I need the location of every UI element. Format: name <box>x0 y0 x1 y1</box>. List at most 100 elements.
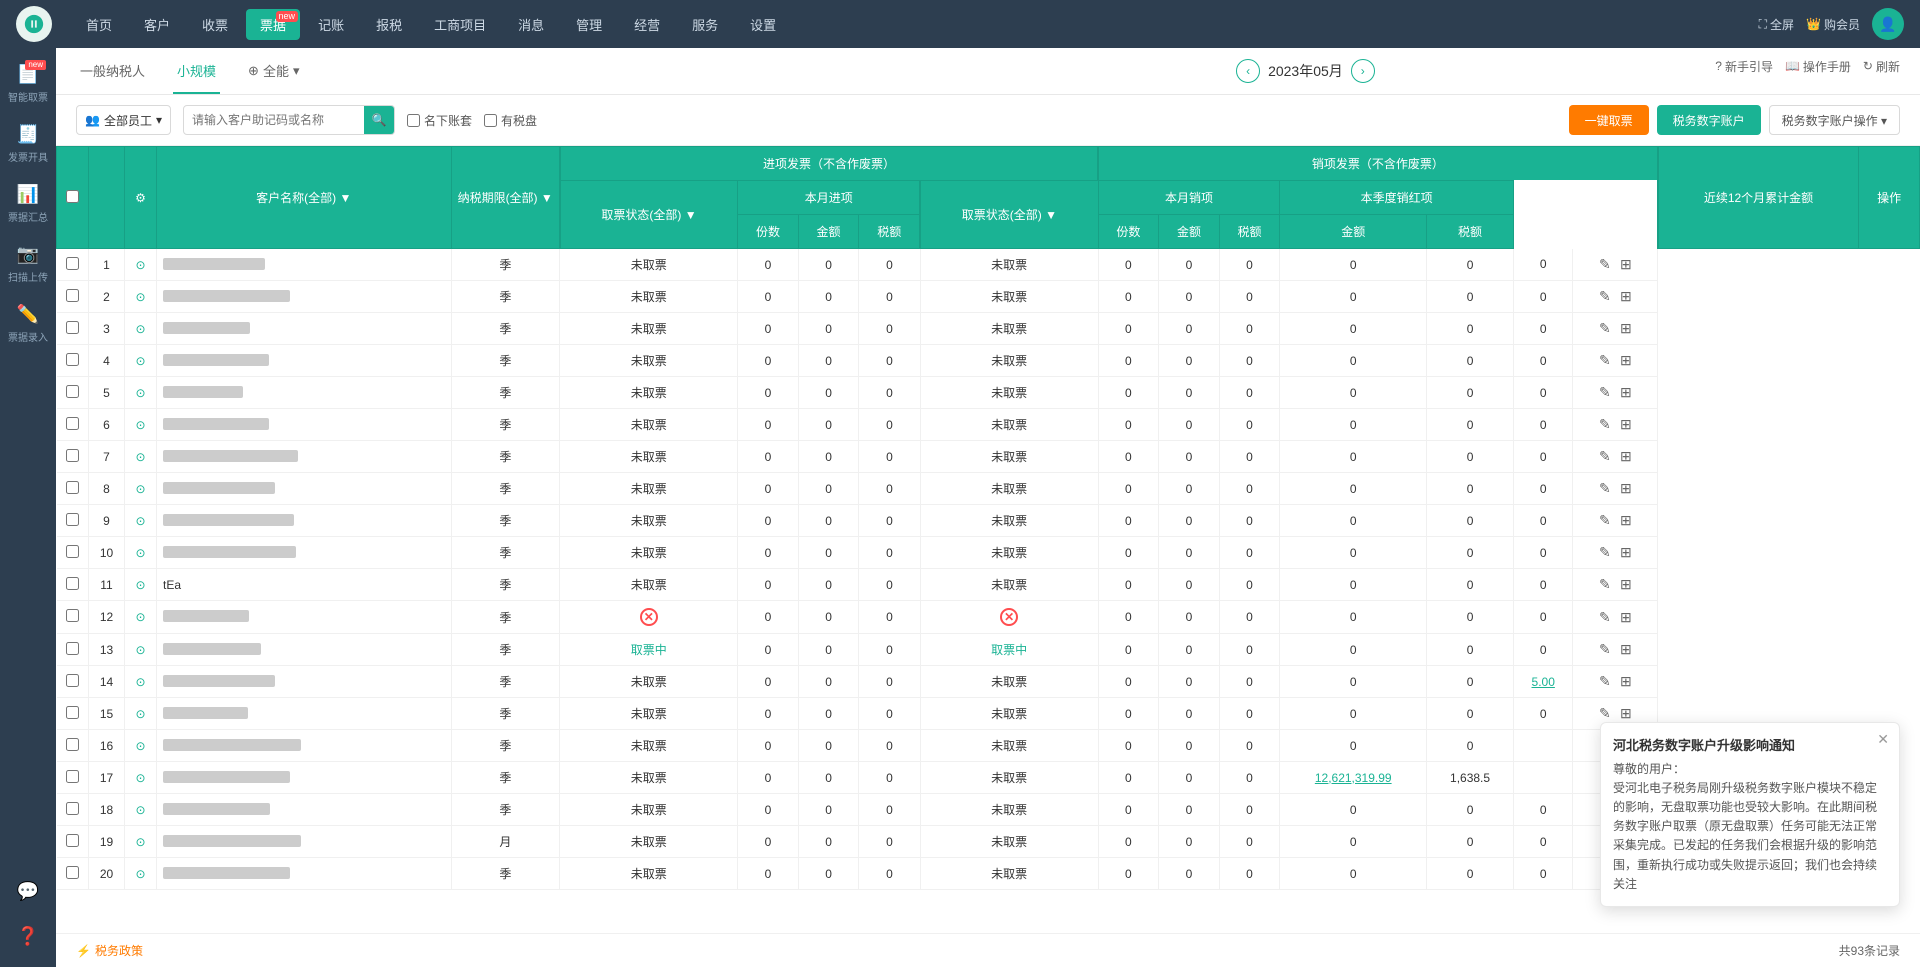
employee-filter[interactable]: 👥 全部员工 ▾ <box>76 105 171 135</box>
row-settings[interactable]: ⊙ <box>125 826 157 858</box>
row-checkbox[interactable] <box>57 634 89 666</box>
edit-action-icon[interactable]: ✎ <box>1596 512 1614 528</box>
copy-action-icon[interactable]: ⊞ <box>1617 705 1635 721</box>
row-settings[interactable]: ⊙ <box>125 794 157 826</box>
th-client-name[interactable]: 客户名称(全部) ▼ <box>157 147 452 249</box>
row-checkbox[interactable] <box>57 409 89 441</box>
edit-action-icon[interactable]: ✎ <box>1596 609 1614 625</box>
search-button[interactable]: 🔍 <box>364 105 394 135</box>
refund-amount-link[interactable]: 12,621,319.99 <box>1315 771 1392 785</box>
copy-action-icon[interactable]: ⊞ <box>1617 641 1635 657</box>
nav-service[interactable]: 服务 <box>678 9 732 40</box>
sidebar-item-scan-upload[interactable]: 📷 扫描上传 <box>4 236 52 292</box>
nav-tax[interactable]: 报税 <box>362 9 416 40</box>
edit-action-icon[interactable]: ✎ <box>1596 576 1614 592</box>
row-settings[interactable]: ⊙ <box>125 313 157 345</box>
nav-home[interactable]: 首页 <box>72 9 126 40</box>
row-checkbox[interactable] <box>57 377 89 409</box>
copy-action-icon[interactable]: ⊞ <box>1617 480 1635 496</box>
sidebar-item-chat[interactable]: 💬 <box>4 873 52 910</box>
edit-action-icon[interactable]: ✎ <box>1596 256 1614 272</box>
row-settings[interactable]: ⊙ <box>125 473 157 505</box>
nav-business[interactable]: 工商项目 <box>420 9 500 40</box>
th-out-ticket-status[interactable]: 取票状态(全部) ▼ <box>920 181 1098 249</box>
row-checkbox[interactable] <box>57 505 89 537</box>
last12-link[interactable]: 5.00 <box>1532 675 1555 689</box>
new-guide-button[interactable]: ? 新手引导 <box>1715 58 1773 75</box>
row-settings[interactable]: ⊙ <box>125 601 157 634</box>
edit-action-icon[interactable]: ✎ <box>1596 705 1614 721</box>
nav-clients[interactable]: 客户 <box>130 9 184 40</box>
fullscreen-button[interactable]: ⛶ 全屏 <box>1759 16 1794 33</box>
checkbox-taxdisk-input[interactable] <box>484 114 497 127</box>
nav-collect[interactable]: 收票 <box>188 9 242 40</box>
th-tax-period[interactable]: 纳税期限(全部) ▼ <box>451 147 560 249</box>
row-settings[interactable]: ⊙ <box>125 762 157 794</box>
nav-accounting[interactable]: 记账 <box>304 9 358 40</box>
copy-action-icon[interactable]: ⊞ <box>1617 544 1635 560</box>
row-checkbox[interactable] <box>57 858 89 890</box>
row-settings[interactable]: ⊙ <box>125 666 157 698</box>
copy-action-icon[interactable]: ⊞ <box>1617 576 1635 592</box>
row-checkbox[interactable] <box>57 826 89 858</box>
sidebar-item-smart-ticket[interactable]: 📄 智能取票 new <box>4 56 52 112</box>
row-settings[interactable]: ⊙ <box>125 441 157 473</box>
one-click-ticket-button[interactable]: 一键取票 <box>1569 105 1649 135</box>
edit-action-icon[interactable]: ✎ <box>1596 673 1614 689</box>
row-settings[interactable]: ⊙ <box>125 409 157 441</box>
nav-tickets[interactable]: 票据 new <box>246 9 300 40</box>
checkbox-account-under[interactable]: 名下账套 <box>407 112 472 129</box>
th-in-ticket-status[interactable]: 取票状态(全部) ▼ <box>560 181 738 249</box>
row-checkbox[interactable] <box>57 473 89 505</box>
select-all-checkbox[interactable] <box>66 190 79 203</box>
tax-policy-link[interactable]: ⚡ 税务政策 <box>76 942 143 959</box>
row-settings[interactable]: ⊙ <box>125 345 157 377</box>
client-search-input[interactable] <box>184 113 364 127</box>
row-checkbox[interactable] <box>57 569 89 601</box>
tab-small-scale[interactable]: 小规模 <box>173 49 220 94</box>
copy-action-icon[interactable]: ⊞ <box>1617 673 1635 689</box>
row-checkbox[interactable] <box>57 441 89 473</box>
sidebar-item-invoice-open[interactable]: 🧾 发票开具 <box>4 116 52 172</box>
sidebar-item-help[interactable]: ❓ <box>4 918 52 955</box>
row-checkbox[interactable] <box>57 601 89 634</box>
nav-operations[interactable]: 经营 <box>620 9 674 40</box>
copy-action-icon[interactable]: ⊞ <box>1617 512 1635 528</box>
row-checkbox[interactable] <box>57 794 89 826</box>
row-settings[interactable]: ⊙ <box>125 537 157 569</box>
row-settings[interactable]: ⊙ <box>125 698 157 730</box>
row-checkbox[interactable] <box>57 249 89 281</box>
row-settings[interactable]: ⊙ <box>125 377 157 409</box>
digital-account-button[interactable]: 税务数字账户 <box>1657 105 1761 135</box>
copy-action-icon[interactable]: ⊞ <box>1617 320 1635 336</box>
edit-action-icon[interactable]: ✎ <box>1596 544 1614 560</box>
row-settings[interactable]: ⊙ <box>125 858 157 890</box>
edit-action-icon[interactable]: ✎ <box>1596 384 1614 400</box>
refresh-button[interactable]: ↻ 刷新 <box>1863 58 1900 75</box>
row-checkbox[interactable] <box>57 762 89 794</box>
nav-settings[interactable]: 设置 <box>736 9 790 40</box>
row-checkbox[interactable] <box>57 698 89 730</box>
notification-close-button[interactable]: ✕ <box>1877 731 1889 748</box>
nav-messages[interactable]: 消息 <box>504 9 558 40</box>
edit-action-icon[interactable]: ✎ <box>1596 416 1614 432</box>
row-settings[interactable]: ⊙ <box>125 634 157 666</box>
row-settings[interactable]: ⊙ <box>125 505 157 537</box>
prev-month-button[interactable]: ‹ <box>1236 59 1260 83</box>
copy-action-icon[interactable]: ⊞ <box>1617 609 1635 625</box>
digital-account-op-button[interactable]: 税务数字账户操作 ▾ <box>1769 105 1900 135</box>
row-checkbox[interactable] <box>57 730 89 762</box>
row-settings[interactable]: ⊙ <box>125 249 157 281</box>
copy-action-icon[interactable]: ⊞ <box>1617 256 1635 272</box>
edit-action-icon[interactable]: ✎ <box>1596 288 1614 304</box>
nav-management[interactable]: 管理 <box>562 9 616 40</box>
checkbox-has-taxdisk[interactable]: 有税盘 <box>484 112 537 129</box>
row-checkbox[interactable] <box>57 537 89 569</box>
edit-action-icon[interactable]: ✎ <box>1596 320 1614 336</box>
copy-action-icon[interactable]: ⊞ <box>1617 448 1635 464</box>
copy-action-icon[interactable]: ⊞ <box>1617 352 1635 368</box>
next-month-button[interactable]: › <box>1351 59 1375 83</box>
edit-action-icon[interactable]: ✎ <box>1596 352 1614 368</box>
row-checkbox[interactable] <box>57 313 89 345</box>
copy-action-icon[interactable]: ⊞ <box>1617 384 1635 400</box>
